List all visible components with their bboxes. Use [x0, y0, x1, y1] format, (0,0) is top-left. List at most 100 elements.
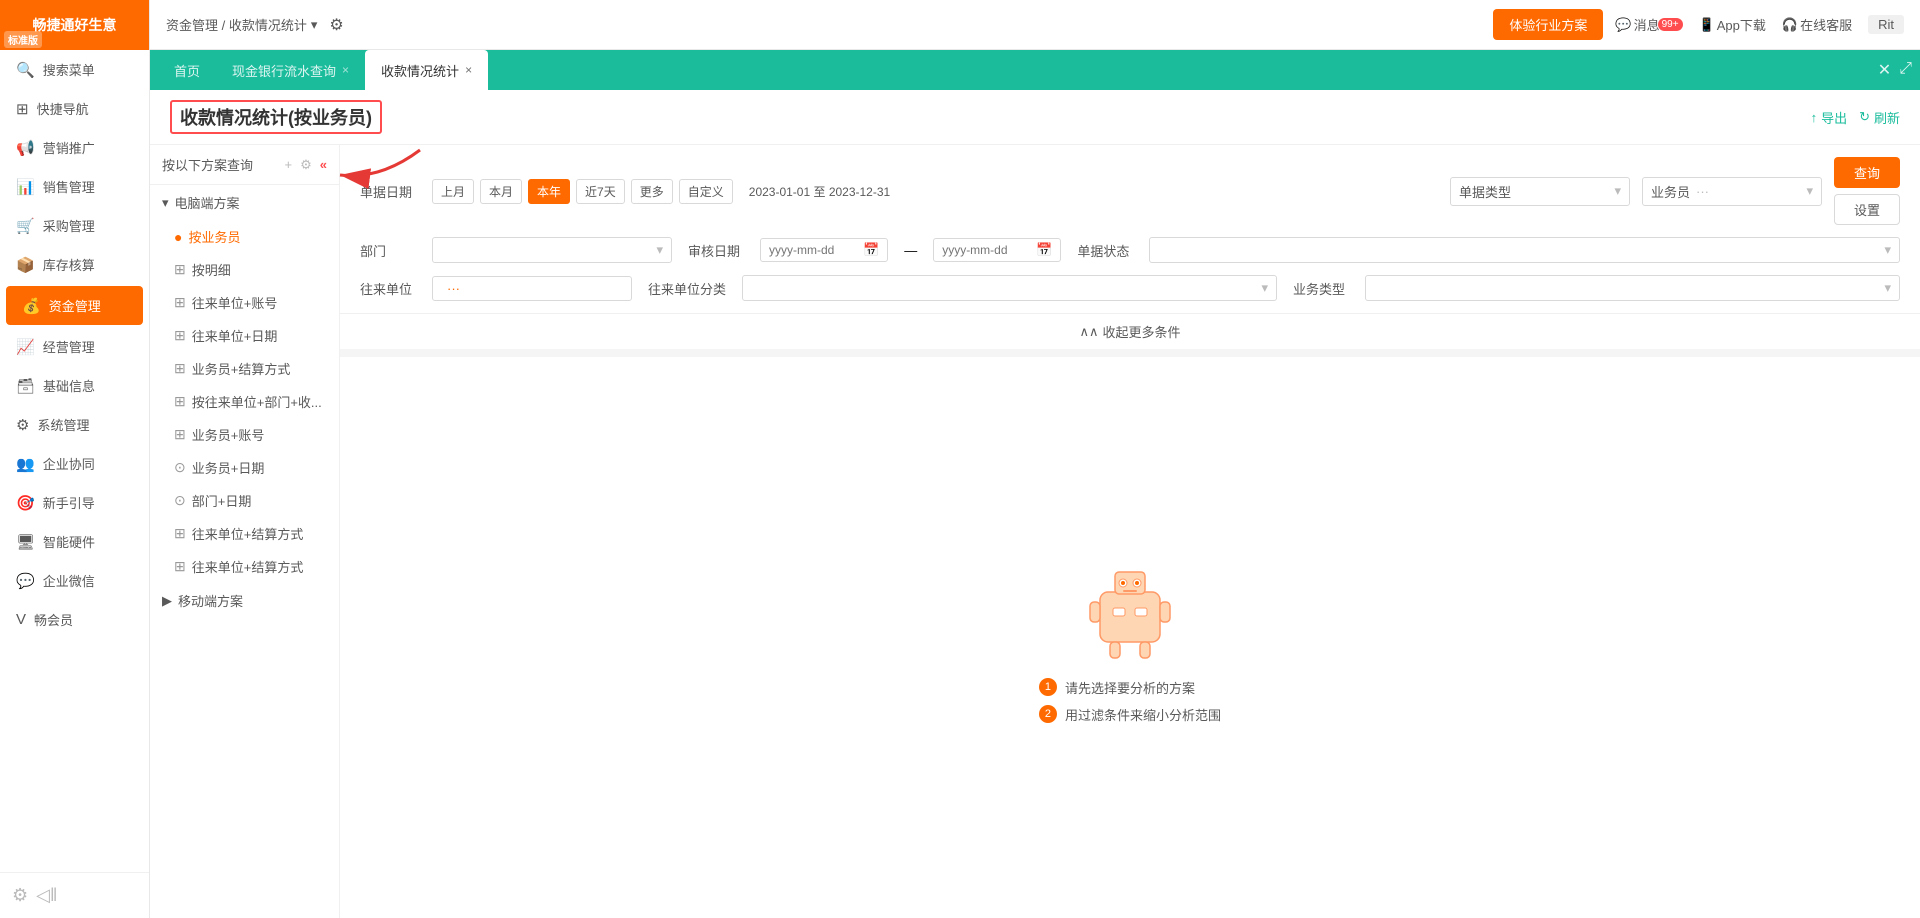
tree-item-10[interactable]: ⊞往来单位+结算方式	[150, 550, 339, 583]
tree-item-1[interactable]: ⊞按明细	[150, 253, 339, 286]
filter-row-2: 部门 ▾ 审核日期 📅 — 📅	[360, 237, 1900, 263]
tree-item-icon-8: ⊙	[174, 492, 186, 509]
sidebar-item-0[interactable]: 🔍搜索菜单	[0, 50, 149, 89]
tree-item-icon-9: ⊞	[174, 525, 186, 542]
counterparty-cat-select[interactable]: ▾	[742, 275, 1277, 301]
sidebar-icon-3: 📊	[16, 178, 35, 196]
window-close-icon[interactable]: ✕	[1878, 60, 1891, 80]
sidebar-item-2[interactable]: 📢营销推广	[0, 128, 149, 167]
tree-item-5[interactable]: ⊞按往来单位+部门+收...	[150, 385, 339, 418]
user-avatar[interactable]: Rit	[1868, 15, 1904, 34]
tree-item-2[interactable]: ⊞往来单位+账号	[150, 286, 339, 319]
message-action[interactable]: 💬 消息 99+	[1615, 15, 1682, 34]
sidebar-item-5[interactable]: 📦库存核算	[0, 245, 149, 284]
tree-item-3[interactable]: ⊞往来单位+日期	[150, 319, 339, 352]
breadcrumb-dropdown-icon[interactable]: ▾	[311, 17, 318, 33]
date-btn-this-year[interactable]: 本年	[528, 179, 570, 204]
tip-text-1: 请先选择要分析的方案	[1065, 678, 1195, 697]
tree-item-7[interactable]: ⊙业务员+日期	[150, 451, 339, 484]
add-scheme-icon[interactable]: +	[285, 157, 293, 173]
date-btn-last-7-days[interactable]: 近7天	[576, 179, 625, 204]
date-btn-custom[interactable]: 自定义	[679, 179, 733, 204]
calendar-from-icon[interactable]: 📅	[863, 242, 879, 258]
trial-button[interactable]: 体验行业方案	[1493, 9, 1603, 40]
sidebar-item-13[interactable]: 💬企业微信	[0, 561, 149, 600]
query-button[interactable]: 查询	[1834, 157, 1900, 188]
app-download-action[interactable]: 📱 App下载	[1699, 15, 1766, 34]
tab-collection-stats-close[interactable]: ×	[465, 63, 472, 77]
tree-item-6[interactable]: ⊞业务员+账号	[150, 418, 339, 451]
refresh-button[interactable]: ↻ 刷新	[1859, 108, 1900, 127]
online-service-action[interactable]: 🎧 在线客服	[1782, 15, 1852, 34]
page-title: 收款情况统计(按业务员)	[170, 100, 382, 134]
sidebar-item-8[interactable]: 🗃基础信息	[0, 366, 149, 405]
doc-type-select[interactable]: 单据类型 ▾	[1450, 177, 1630, 206]
counterparty-more-icon[interactable]: ···	[441, 281, 466, 296]
settings-icon[interactable]: ⚙	[12, 885, 28, 906]
export-icon: ↑	[1811, 110, 1818, 125]
scheme-settings-icon[interactable]: ⚙	[300, 157, 312, 173]
doc-status-select[interactable]: ▾	[1149, 237, 1900, 263]
filter-row-3: 往来单位 ··· 往来单位分类 ▾ 业务类型 ▾	[360, 275, 1900, 301]
tree-item-0[interactable]: ●按业务员	[150, 220, 339, 253]
tab-home[interactable]: 首页	[158, 50, 216, 90]
tree-item-icon-3: ⊞	[174, 327, 186, 344]
date-label: 单据日期	[360, 182, 416, 201]
sidebar-item-3[interactable]: 📊销售管理	[0, 167, 149, 206]
tree-item-icon-5: ⊞	[174, 393, 186, 410]
review-date-from-input[interactable]	[769, 243, 859, 257]
tree-item-icon-2: ⊞	[174, 294, 186, 311]
sidebar-item-1[interactable]: ⊞快捷导航	[0, 89, 149, 128]
date-btn-last-month[interactable]: 上月	[432, 179, 474, 204]
dept-select[interactable]: ▾	[432, 237, 672, 263]
tree-expand-icon: ▾	[162, 195, 169, 211]
sidebar-label-9: 系统管理	[37, 415, 89, 434]
salesperson-select[interactable]: 业务员 ··· ▾	[1642, 177, 1822, 206]
tree-item-9[interactable]: ⊞ 往来单位+结算方式	[150, 517, 339, 550]
tab-bank-flow[interactable]: 现金银行流水查询 ×	[216, 50, 365, 90]
export-button[interactable]: ↑ 导出	[1811, 108, 1848, 127]
review-date-to[interactable]: 📅	[933, 238, 1061, 262]
sidebar-item-14[interactable]: V畅会员	[0, 600, 149, 639]
collapse-sidebar-icon[interactable]: ◁‖	[36, 885, 57, 906]
calendar-to-icon[interactable]: 📅	[1036, 242, 1052, 258]
counterparty-select[interactable]: ···	[432, 276, 632, 301]
sidebar-item-12[interactable]: 🖥智能硬件	[0, 522, 149, 561]
review-date-from[interactable]: 📅	[760, 238, 888, 262]
date-btn-more[interactable]: 更多	[631, 179, 673, 204]
review-date-to-input[interactable]	[942, 243, 1032, 257]
sidebar-item-6[interactable]: 💰资金管理	[6, 286, 143, 325]
app-name: 畅捷通好生意	[33, 15, 117, 35]
empty-state: 1 请先选择要分析的方案 2 用过滤条件来缩小分析范围	[340, 357, 1920, 918]
sidebar-label-1: 快捷导航	[37, 99, 89, 118]
date-btn-this-month[interactable]: 本月	[480, 179, 522, 204]
date-range-display: 2023-01-01 至 2023-12-31	[749, 183, 890, 200]
tree-item-icon-0: ●	[174, 229, 182, 245]
tree-group-mobile[interactable]: ▶ 移动端方案	[150, 583, 339, 618]
topbar-gear-icon[interactable]: ⚙	[329, 15, 343, 35]
counterparty-cat-arrow-icon: ▾	[1261, 280, 1268, 296]
sidebar-label-0: 搜索菜单	[43, 60, 95, 79]
sidebar-item-9[interactable]: ⚙系统管理	[0, 405, 149, 444]
sidebar-item-4[interactable]: 🛒采购管理	[0, 206, 149, 245]
tree-group-desktop[interactable]: ▾ 电脑端方案	[150, 185, 339, 220]
salesperson-more-icon[interactable]: ···	[1696, 184, 1709, 199]
tree-item-icon-1: ⊞	[174, 261, 186, 278]
window-expand-icon[interactable]: ⤢	[1899, 60, 1912, 80]
tree-item-8[interactable]: ⊙部门+日期	[150, 484, 339, 517]
tree-item-4[interactable]: ⊞业务员+结算方式	[150, 352, 339, 385]
tab-collection-stats[interactable]: 收款情况统计 ×	[365, 50, 488, 90]
sidebar-icon-13: 💬	[16, 572, 35, 590]
tab-bank-flow-close[interactable]: ×	[342, 63, 349, 77]
collapse-filters-btn[interactable]: ∧∧ 收起更多条件	[340, 313, 1920, 349]
sidebar-item-7[interactable]: 📈经营管理	[0, 327, 149, 366]
sidebar-item-11[interactable]: 🎯新手引导	[0, 483, 149, 522]
app-logo: 畅捷通好生意 标准版	[0, 0, 149, 50]
tree-item-label-9: 往来单位+结算方式	[192, 524, 304, 543]
sidebar-icon-2: 📢	[16, 139, 35, 157]
sidebar-item-10[interactable]: 👥企业协同	[0, 444, 149, 483]
tree-item-label-10: 往来单位+结算方式	[192, 557, 304, 576]
collapse-panel-icon[interactable]: «	[320, 157, 327, 173]
settings-button[interactable]: 设置	[1834, 194, 1900, 225]
biz-type-select[interactable]: ▾	[1365, 275, 1900, 301]
